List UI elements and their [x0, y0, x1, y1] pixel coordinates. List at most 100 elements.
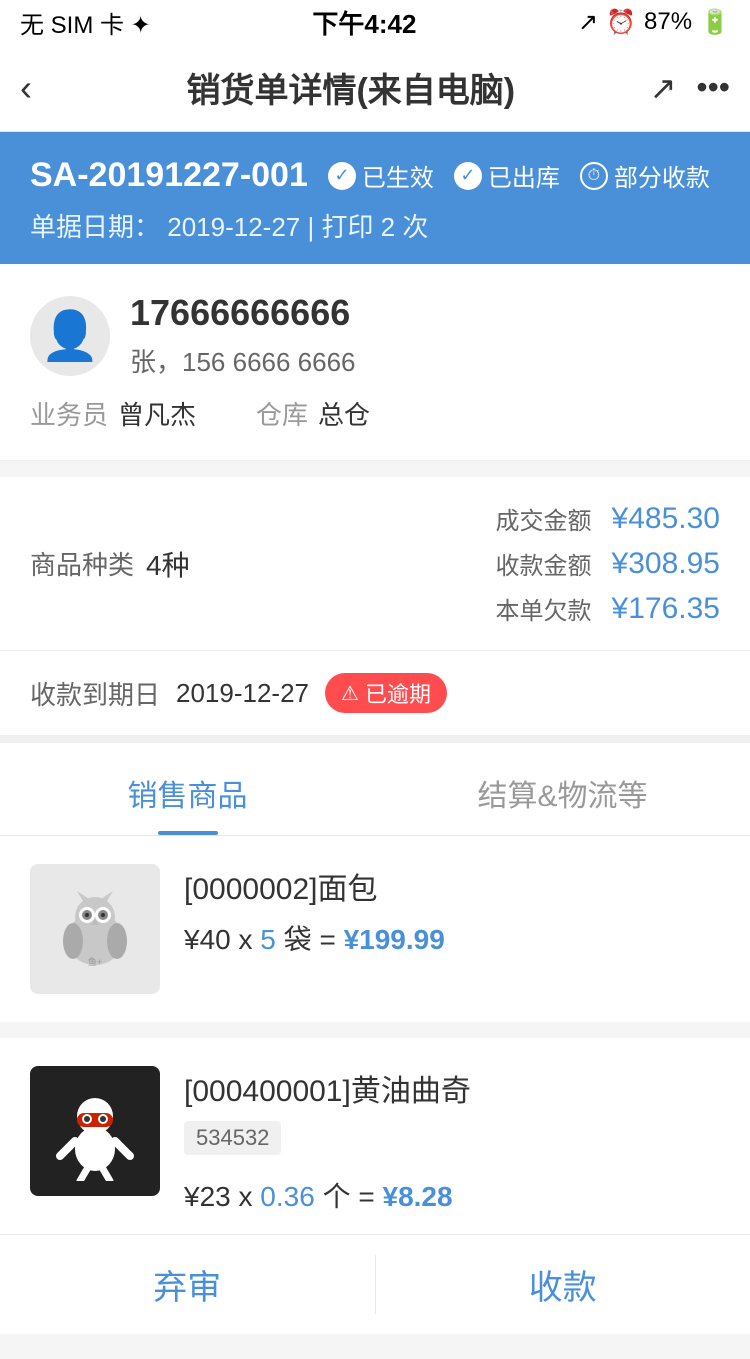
customer-row: 👤 17666666666 张，156 6666 6666: [30, 292, 720, 379]
customer-phone: 17666666666: [130, 292, 356, 334]
quantity-2: 0.36: [260, 1181, 315, 1212]
status-left: 无 SIM 卡 ✦: [20, 5, 151, 40]
product-thumb-2: [30, 1066, 160, 1196]
check-icon-1: ✓: [328, 162, 356, 190]
clock-icon: ⏱: [580, 162, 608, 190]
customer-name: 张，156 6666 6666: [130, 342, 356, 379]
deal-amount: ¥485.30: [612, 502, 720, 536]
owl-icon: 鱼+: [55, 889, 135, 969]
sim-status: 无 SIM 卡 ✦: [20, 5, 151, 40]
print-info: | 打印 2 次: [307, 212, 428, 242]
nav-actions: ↗︎ •••: [650, 69, 730, 107]
product-price-2: ¥23 x 0.36 个 = ¥8.28: [184, 1175, 720, 1215]
overdue-icon: ⚠: [341, 681, 359, 706]
tab-settlement[interactable]: 结算&物流等: [375, 743, 750, 835]
deal-label: 成交金额: [496, 501, 592, 536]
product-price-1: ¥40 x 5 袋 = ¥199.99: [184, 918, 720, 958]
type-label: 商品种类: [30, 545, 134, 582]
date-label: 单据日期：: [30, 212, 160, 242]
avatar: 👤: [30, 296, 110, 376]
price-x-2: x: [239, 1181, 261, 1212]
due-date-value: 2019-12-27: [176, 678, 309, 709]
status-partial-label: 部分收款: [614, 158, 710, 193]
cookie-brand-icon: [45, 1081, 145, 1181]
status-right: ↗ ⏰ 87% 🔋: [578, 8, 730, 37]
warehouse-item: 仓库 总仓: [256, 395, 370, 432]
status-bar: 无 SIM 卡 ✦ 下午4:42 ↗ ⏰ 87% 🔋: [0, 0, 750, 44]
due-section: 收款到期日 2019-12-27 ⚠ 已逾期: [0, 651, 750, 743]
price-eq-1: =: [319, 924, 343, 955]
product-list: 鱼+ [0000002]面包 ¥40 x 5 袋 = ¥199.99: [0, 836, 750, 1243]
debt-amount: ¥176.35: [612, 592, 720, 626]
page-title: 销货单详情(来自电脑): [52, 63, 650, 112]
status-time: 下午4:42: [312, 4, 416, 41]
receipt-label: 收款金额: [496, 546, 592, 581]
customer-section: 👤 17666666666 张，156 6666 6666 业务员 曾凡杰 仓库…: [0, 264, 750, 461]
tab-sales-products[interactable]: 销售商品: [0, 743, 375, 835]
price-total-2: ¥8.28: [383, 1181, 453, 1212]
warehouse-value: 总仓: [318, 395, 370, 432]
alarm-icon: ⏰: [606, 8, 636, 37]
unit-2: 个: [323, 1181, 351, 1212]
bottom-bar: 弃审 收款: [0, 1234, 750, 1334]
debt-amount-row: 本单欠款 ¥176.35: [496, 591, 720, 626]
product-info-2: [000400001]黄油曲奇 534532 ¥23 x 0.36 个 = ¥8…: [184, 1066, 720, 1215]
nav-bar: ‹ 销货单详情(来自电脑) ↗︎ •••: [0, 44, 750, 132]
summary-left: 商品种类 4种: [30, 501, 190, 626]
order-id-row: SA-20191227-001 ✓ 已生效 ✓ 已出库 ⏱ 部分收款: [30, 156, 720, 195]
cancel-button[interactable]: 弃审: [0, 1235, 375, 1334]
battery-icon: 🔋: [700, 8, 730, 37]
unit-1: 袋: [284, 924, 312, 955]
price-base-2: ¥23: [184, 1181, 231, 1212]
product-name-1: [0000002]面包: [184, 864, 720, 908]
sales-item: 业务员 曾凡杰: [30, 395, 196, 432]
product-thumb-1: 鱼+: [30, 864, 160, 994]
tabs-section: 销售商品 结算&物流等: [0, 743, 750, 836]
check-icon-2: ✓: [454, 162, 482, 190]
customer-details: 17666666666 张，156 6666 6666: [130, 292, 356, 379]
customer-meta: 业务员 曾凡杰 仓库 总仓: [30, 395, 720, 432]
status-shipped: ✓ 已出库: [454, 158, 560, 193]
status-shipped-label: 已出库: [488, 158, 560, 193]
due-label: 收款到期日: [30, 675, 160, 712]
date-value: 2019-12-27: [167, 212, 300, 242]
status-effective: ✓ 已生效: [328, 158, 434, 193]
type-count: 4种: [146, 544, 190, 584]
product-tag-2: 534532: [184, 1121, 281, 1155]
product-name-2: [000400001]黄油曲奇: [184, 1066, 720, 1110]
battery-status: 87%: [644, 8, 692, 36]
price-x-1: x: [239, 924, 261, 955]
location-icon: ↗: [578, 8, 598, 37]
receipt-amount: ¥308.95: [612, 547, 720, 581]
avatar-icon: 👤: [40, 307, 100, 364]
status-partial: ⏱ 部分收款: [580, 158, 710, 193]
svg-text:鱼+: 鱼+: [88, 956, 102, 967]
more-icon[interactable]: •••: [696, 69, 730, 106]
warehouse-label: 仓库: [256, 395, 308, 432]
sales-label: 业务员: [30, 395, 108, 432]
status-effective-label: 已生效: [362, 158, 434, 193]
share-icon[interactable]: ↗︎: [650, 69, 677, 107]
tab-sales-label: 销售商品: [128, 780, 248, 813]
receipt-amount-row: 收款金额 ¥308.95: [496, 546, 720, 581]
quantity-1: 5: [260, 924, 276, 955]
summary-section: 商品种类 4种 成交金额 ¥485.30 收款金额 ¥308.95 本单欠款 ¥…: [0, 477, 750, 651]
confirm-button[interactable]: 收款: [376, 1235, 750, 1334]
product-item-1: 鱼+ [0000002]面包 ¥40 x 5 袋 = ¥199.99: [0, 836, 750, 1022]
back-button[interactable]: ‹: [20, 57, 52, 119]
overdue-badge: ⚠ 已逾期: [325, 673, 447, 713]
order-banner: SA-20191227-001 ✓ 已生效 ✓ 已出库 ⏱ 部分收款 单据日期：…: [0, 132, 750, 264]
overdue-text: 已逾期: [365, 677, 431, 709]
price-eq-2: =: [358, 1181, 382, 1212]
order-id: SA-20191227-001: [30, 156, 308, 195]
product-info-1: [0000002]面包 ¥40 x 5 袋 = ¥199.99: [184, 864, 720, 958]
product-item-2: [000400001]黄油曲奇 534532 ¥23 x 0.36 个 = ¥8…: [0, 1038, 750, 1243]
price-base-1: ¥40: [184, 924, 231, 955]
sales-value: 曾凡杰: [118, 395, 196, 432]
debt-label: 本单欠款: [496, 591, 592, 626]
order-date: 单据日期： 2019-12-27 | 打印 2 次: [30, 207, 720, 244]
tab-settlement-label: 结算&物流等: [477, 780, 647, 813]
deal-amount-row: 成交金额 ¥485.30: [496, 501, 720, 536]
summary-right: 成交金额 ¥485.30 收款金额 ¥308.95 本单欠款 ¥176.35: [496, 501, 720, 626]
price-total-1: ¥199.99: [344, 924, 445, 955]
